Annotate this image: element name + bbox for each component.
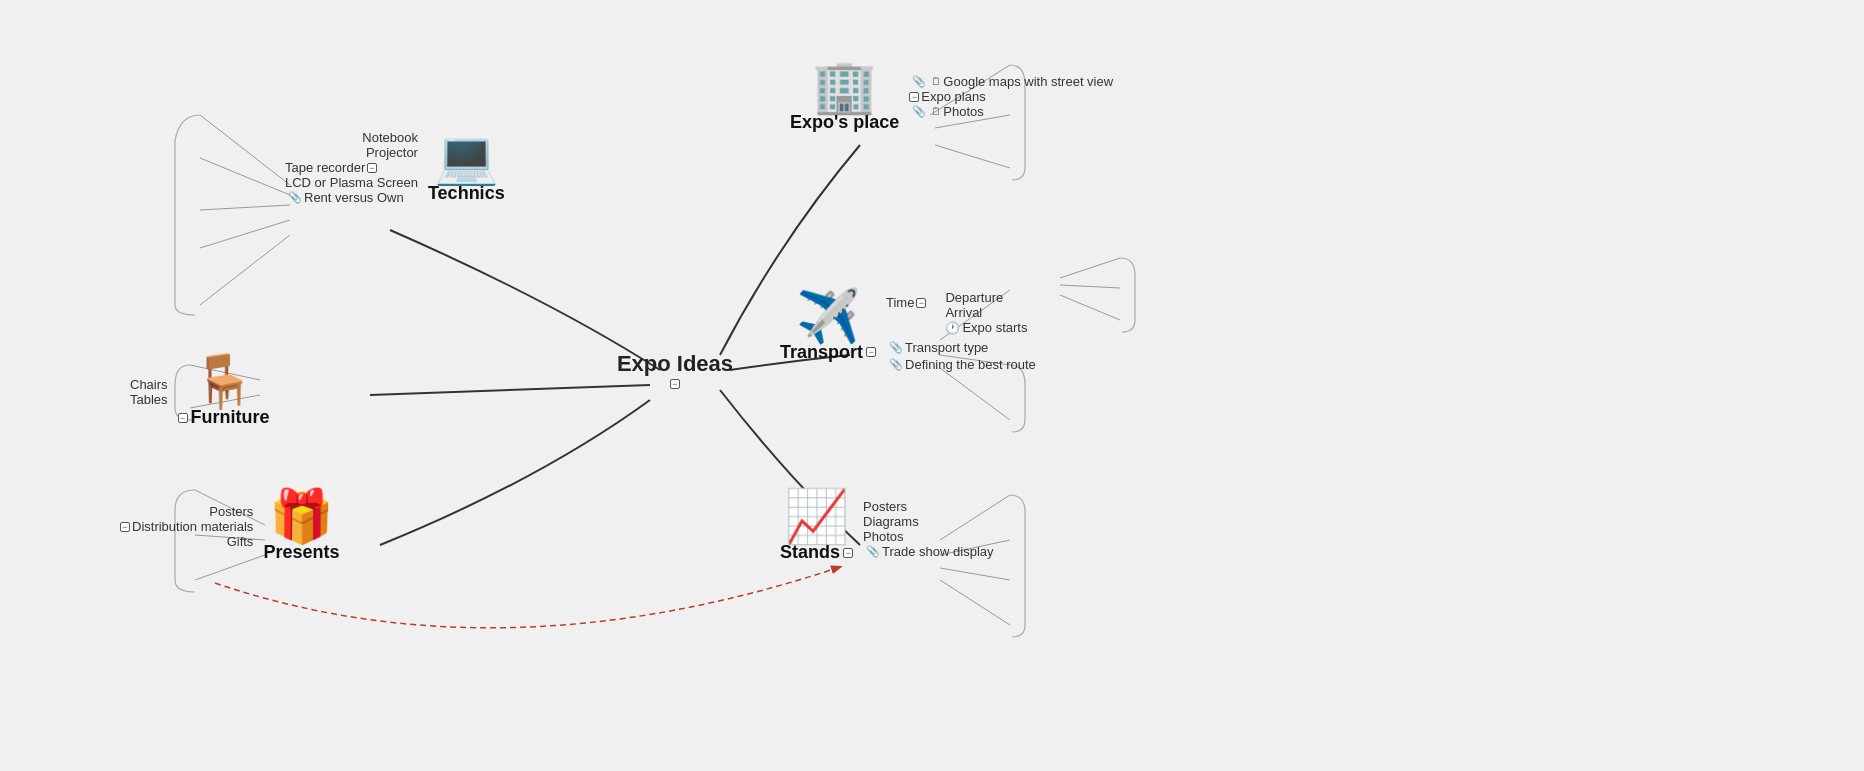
collapse-transport[interactable]: − xyxy=(866,347,876,357)
collapse-furniture[interactable]: − xyxy=(178,413,188,423)
center-node[interactable]: Expo Ideas − xyxy=(595,340,755,400)
leaf-chairs[interactable]: Chairs xyxy=(130,377,168,392)
presents-node[interactable]: Posters − Distribution materials Gifts 🎁… xyxy=(120,490,339,563)
collapse-dist[interactable]: − xyxy=(120,522,130,532)
leaf-transport-type[interactable]: Transport type xyxy=(905,340,988,355)
leaf-trade-show[interactable]: Trade show display xyxy=(882,544,994,559)
leaf-posters-p[interactable]: Posters xyxy=(120,504,253,519)
leaf-tables[interactable]: Tables xyxy=(130,392,168,407)
collapse-center[interactable]: − xyxy=(670,379,680,389)
svg-line-3 xyxy=(200,220,290,248)
svg-line-21 xyxy=(940,568,1010,580)
leaf-time[interactable]: Time xyxy=(886,295,914,310)
stands-node[interactable]: 📈 Stands − Posters Diagrams Photos 📎 Tra… xyxy=(780,490,994,563)
expos-place-label[interactable]: Expo's place xyxy=(790,112,899,133)
svg-line-4 xyxy=(200,235,290,305)
svg-line-15 xyxy=(1060,285,1120,288)
svg-line-1 xyxy=(200,158,290,195)
leaf-tape-recorder[interactable]: Tape recorder xyxy=(285,160,365,175)
attach-transport-type: 📎 xyxy=(889,341,903,354)
leaf-departure[interactable]: Departure xyxy=(945,290,1027,305)
leaf-expo-starts[interactable]: Expo starts xyxy=(962,320,1027,335)
attach-rent: 📎 xyxy=(288,191,302,204)
furniture-icon: 🪑 xyxy=(191,355,256,407)
attach-photos-ep: 📎 xyxy=(912,105,926,118)
leaf-best-route[interactable]: Defining the best route xyxy=(905,357,1036,372)
leaf-expo-plans[interactable]: Expo plans xyxy=(921,89,985,104)
center-label: Expo Ideas xyxy=(617,351,733,377)
attach-gmaps2: 🗒 xyxy=(931,76,941,87)
collapse-stands[interactable]: − xyxy=(843,548,853,558)
attach-best-route: 📎 xyxy=(889,358,903,371)
leaf-lcd[interactable]: LCD or Plasma Screen xyxy=(285,175,418,190)
stands-label[interactable]: Stands xyxy=(780,542,840,563)
leaf-rent[interactable]: Rent versus Own xyxy=(304,190,404,205)
attach-gmaps: 📎 xyxy=(912,75,926,88)
svg-line-14 xyxy=(1060,258,1120,278)
svg-line-12 xyxy=(935,145,1010,168)
stands-icon: 📈 xyxy=(784,490,849,542)
svg-line-16 xyxy=(1060,295,1120,320)
leaf-projector[interactable]: Projector xyxy=(285,145,418,160)
furniture-node[interactable]: Chairs Tables 🪑 − Furniture xyxy=(130,355,270,428)
svg-line-18 xyxy=(940,368,1010,420)
leaf-dist-materials[interactable]: Distribution materials xyxy=(132,519,253,534)
transport-label[interactable]: Transport xyxy=(780,342,863,363)
leaf-gifts[interactable]: Gifts xyxy=(120,534,253,549)
leaf-posters-s[interactable]: Posters xyxy=(863,499,994,514)
attach-trade: 📎 xyxy=(866,545,880,558)
leaf-gmaps[interactable]: Google maps with street view xyxy=(943,74,1113,89)
leaf-arrival[interactable]: Arrival xyxy=(945,305,1027,320)
leaf-notebook[interactable]: Notebook xyxy=(285,130,418,145)
technics-label[interactable]: Technics xyxy=(428,183,505,204)
leaf-diagrams[interactable]: Diagrams xyxy=(863,514,994,529)
transport-icon: ✈️ xyxy=(796,290,861,342)
svg-line-0 xyxy=(200,115,290,185)
leaf-photos-s[interactable]: Photos xyxy=(863,529,994,544)
svg-line-22 xyxy=(940,580,1010,625)
attach-photos-ep2: 🗒 xyxy=(931,106,941,117)
technics-icon: 💻 xyxy=(434,131,499,183)
expos-place-node[interactable]: 🏢 Expo's place 📎 🗒 Google maps with stre… xyxy=(790,60,1113,133)
svg-line-2 xyxy=(200,205,290,210)
clock-icon: 🕐 xyxy=(945,321,960,335)
leaf-photos-ep[interactable]: Photos xyxy=(943,104,983,119)
collapse-tape[interactable]: − xyxy=(367,163,377,173)
mind-map-canvas: Expo Ideas − Notebook Projector Tape rec… xyxy=(0,0,1864,771)
presents-label[interactable]: Presents xyxy=(263,542,339,563)
collapse-expo-plans[interactable]: − xyxy=(909,92,919,102)
transport-node[interactable]: ✈️ Transport − Time − Departure Arrival … xyxy=(780,280,1036,372)
furniture-label[interactable]: Furniture xyxy=(191,407,270,428)
expos-place-icon: 🏢 xyxy=(812,60,877,112)
technics-node[interactable]: Notebook Projector Tape recorder − LCD o… xyxy=(285,130,505,205)
presents-icon: 🎁 xyxy=(269,490,334,542)
collapse-time[interactable]: − xyxy=(916,298,926,308)
